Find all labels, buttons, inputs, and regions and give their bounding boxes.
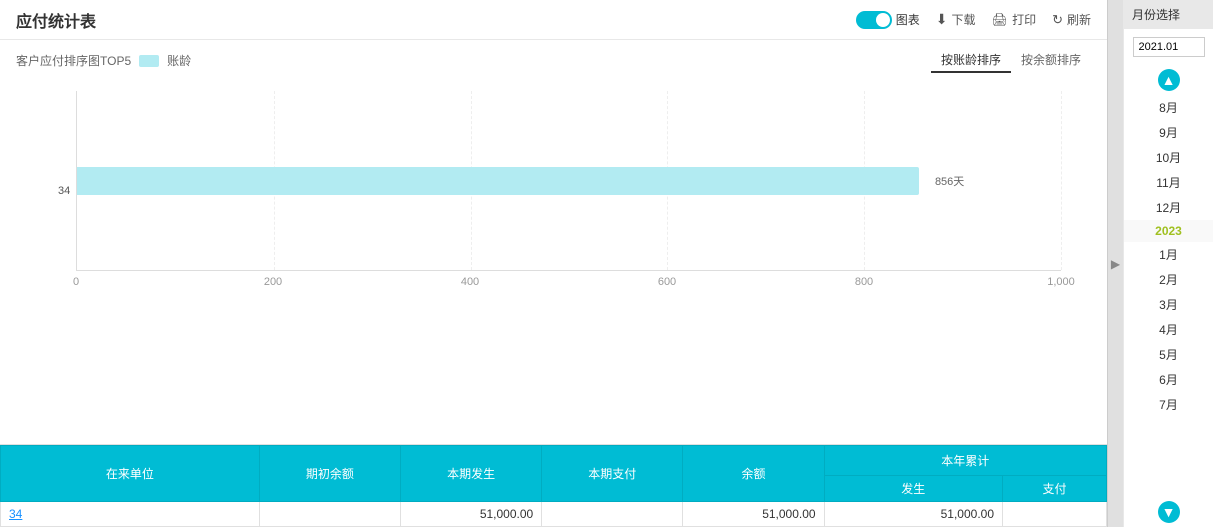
th-unit: 在来单位: [1, 446, 260, 502]
th-yue: 余额: [683, 446, 824, 502]
x-axis-labels: 0 200 400 600 800 1,000: [76, 276, 1061, 296]
table-wrapper: 在来单位 期初余额 本期发生 本期支付 余额 本年累计 发生 支付: [0, 445, 1107, 527]
refresh-button[interactable]: ↻ 刷新: [1052, 11, 1091, 28]
toggle-thumb: [876, 13, 890, 27]
th-benqi-zhifu: 本期支付: [542, 446, 683, 502]
month-item[interactable]: 12月: [1124, 195, 1213, 220]
print-label: 打印: [1012, 11, 1036, 28]
chart-section: 客户应付排序图TOP5 账龄 按账龄排序 按余额排序: [0, 40, 1107, 444]
data-cell: 51,000.00: [683, 502, 824, 527]
month-item[interactable]: 10月: [1124, 145, 1213, 170]
month-item[interactable]: 4月: [1124, 317, 1213, 342]
refresh-label: 刷新: [1067, 11, 1091, 28]
month-item[interactable]: 2023: [1124, 220, 1213, 242]
x-label-200: 200: [264, 276, 282, 288]
page-title: 应付统计表: [16, 8, 96, 32]
chart-legend: 客户应付排序图TOP5 账龄: [16, 52, 191, 69]
x-label-400: 400: [461, 276, 479, 288]
x-label-0: 0: [73, 276, 79, 288]
header: 应付统计表 图表 ⬇ 下载 🖨 打印 ↻ 刷新: [0, 0, 1107, 40]
x-label-600: 600: [658, 276, 676, 288]
legend-title: 客户应付排序图TOP5: [16, 52, 131, 69]
data-cell: 51,000.00: [824, 502, 1002, 527]
th-nian-leiji: 本年累计: [824, 446, 1106, 476]
table-body: 3451,000.0051,000.0051,000.00: [1, 502, 1107, 527]
toggle-track: [856, 11, 892, 29]
sidebar: 月份选择 ▲ 8月9月10月11月12月20231月2月3月4月5月6月7月 ▼: [1123, 0, 1213, 527]
refresh-icon: ↻: [1052, 12, 1063, 28]
th-qichu: 期初余额: [259, 446, 400, 502]
chart-header: 客户应付排序图TOP5 账龄 按账龄排序 按余额排序: [16, 48, 1091, 73]
bar-chart: 856天 34 0 200 400 600 800 1,000: [26, 81, 1091, 301]
month-item[interactable]: 6月: [1124, 367, 1213, 392]
month-item[interactable]: 7月: [1124, 392, 1213, 417]
sidebar-header: 月份选择: [1124, 0, 1213, 29]
sidebar-outer: ▶ 月份选择 ▲ 8月9月10月11月12月20231月2月3月4月5月6月7月…: [1107, 0, 1213, 527]
month-item[interactable]: 9月: [1124, 120, 1213, 145]
app-container: 应付统计表 图表 ⬇ 下载 🖨 打印 ↻ 刷新: [0, 0, 1213, 527]
data-cell: [542, 502, 683, 527]
month-item[interactable]: 8月: [1124, 95, 1213, 120]
legend-item-label: 账龄: [167, 52, 191, 69]
print-button[interactable]: 🖨 打印: [992, 11, 1037, 28]
chart-toggle-label: 图表: [896, 11, 920, 28]
month-item[interactable]: 11月: [1124, 170, 1213, 195]
sort-by-age-button[interactable]: 按账龄排序: [931, 48, 1011, 73]
table-header-row-1: 在来单位 期初余额 本期发生 本期支付 余额 本年累计: [1, 446, 1107, 476]
data-cell: [259, 502, 400, 527]
chart-sort-buttons: 按账龄排序 按余额排序: [931, 48, 1091, 73]
chart-toggle[interactable]: 图表: [856, 11, 920, 29]
data-table: 在来单位 期初余额 本期发生 本期支付 余额 本年累计 发生 支付: [0, 445, 1107, 527]
download-label: 下载: [952, 11, 976, 28]
scroll-down-icon[interactable]: ▼: [1158, 501, 1180, 523]
unit-link[interactable]: 34: [9, 507, 22, 521]
table-row: 3451,000.0051,000.0051,000.00: [1, 502, 1107, 527]
table-section: 在来单位 期初余额 本期发生 本期支付 余额 本年累计 发生 支付: [0, 444, 1107, 527]
collapse-arrow-icon: ▶: [1111, 257, 1120, 271]
legend-color-box: [139, 55, 159, 67]
month-item[interactable]: 5月: [1124, 342, 1213, 367]
scroll-up-icon[interactable]: ▲: [1158, 69, 1180, 91]
x-label-1000: 1,000: [1047, 276, 1075, 288]
data-cell: 51,000.00: [401, 502, 542, 527]
month-item[interactable]: 2月: [1124, 267, 1213, 292]
grid-line-1000: [1061, 91, 1062, 270]
bar-end-label: 856天: [935, 173, 964, 189]
bar-fill: 856天: [77, 167, 919, 195]
th-nian-zhifu: 支付: [1003, 476, 1107, 502]
chart-grid-area: 856天: [76, 91, 1061, 271]
print-icon: 🖨: [992, 12, 1009, 28]
th-benqi-fasheng: 本期发生: [401, 446, 542, 502]
data-cell: [1003, 502, 1107, 527]
sidebar-up-button[interactable]: ▲: [1124, 65, 1213, 95]
header-actions: 图表 ⬇ 下载 🖨 打印 ↻ 刷新: [856, 11, 1091, 29]
download-button[interactable]: ⬇ 下载: [936, 11, 976, 28]
sidebar-collapse-button[interactable]: ▶: [1107, 0, 1123, 527]
sidebar-down-button[interactable]: ▼: [1124, 497, 1213, 527]
sort-by-balance-button[interactable]: 按余额排序: [1011, 48, 1091, 73]
bar-row: 856天: [77, 167, 1061, 195]
x-label-800: 800: [855, 276, 873, 288]
month-list: 8月9月10月11月12月20231月2月3月4月5月6月7月: [1124, 95, 1213, 497]
main-content: 应付统计表 图表 ⬇ 下载 🖨 打印 ↻ 刷新: [0, 0, 1107, 527]
month-item[interactable]: 3月: [1124, 292, 1213, 317]
month-input-wrapper: [1124, 29, 1213, 65]
bar-y-label: 34: [58, 185, 70, 197]
month-input[interactable]: [1133, 37, 1205, 57]
sidebar-header-label: 月份选择: [1132, 6, 1180, 23]
month-item[interactable]: 1月: [1124, 242, 1213, 267]
th-nian-fasheng: 发生: [824, 476, 1002, 502]
download-icon: ⬇: [936, 11, 948, 28]
